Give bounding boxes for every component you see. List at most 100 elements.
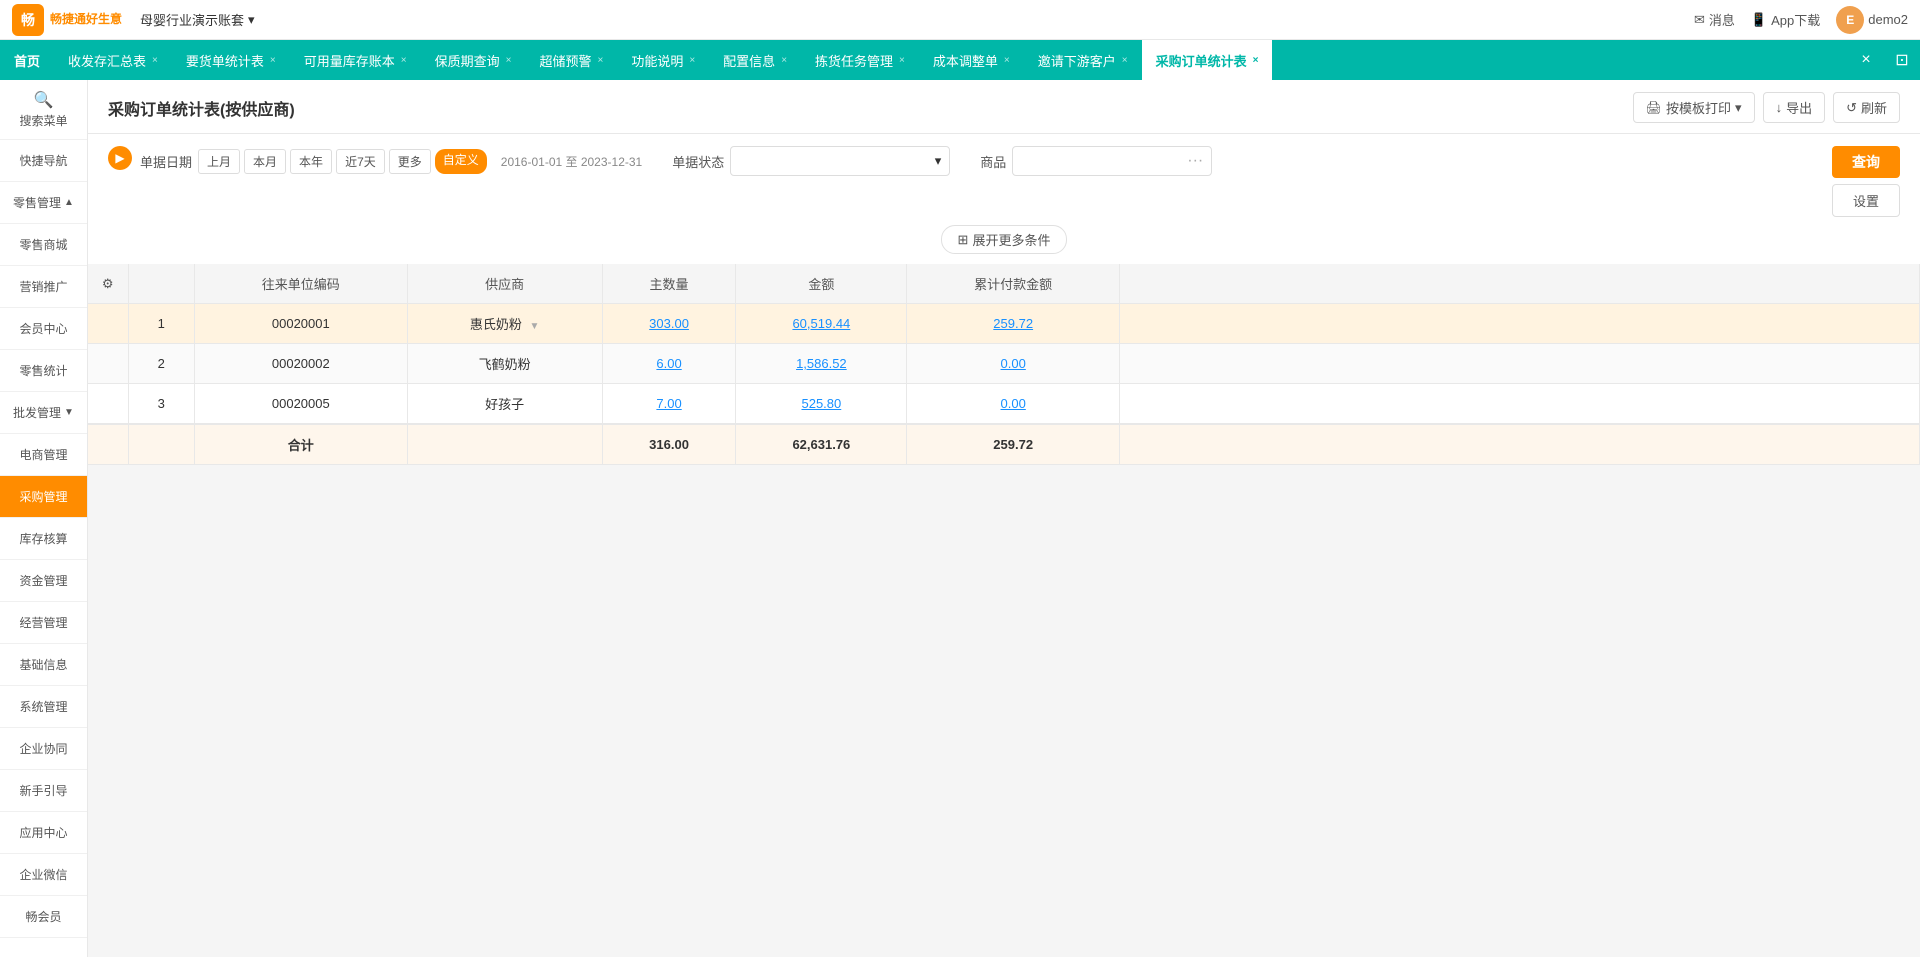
close-tab-available-stock[interactable]: × <box>401 55 407 66</box>
close-all-tabs-button[interactable]: × <box>1848 40 1884 80</box>
this-year-btn[interactable]: 本年 <box>290 149 332 174</box>
refresh-button[interactable]: ↺ 刷新 <box>1833 92 1900 123</box>
settings-button[interactable]: 设置 <box>1832 184 1900 217</box>
sidebar-item-wholesale-manage[interactable]: 批发管理 ▼ <box>0 392 87 434</box>
goods-input[interactable]: ··· <box>1012 146 1212 176</box>
row3-amount[interactable]: 525.80 <box>736 384 907 425</box>
sidebar-item-basic-info[interactable]: 基础信息 <box>0 644 87 686</box>
page-header-actions: 🖨 按模板打印 ▾ ↓ 导出 ↺ 刷新 <box>1633 92 1901 133</box>
restore-tabs-button[interactable]: ⊡ <box>1884 40 1920 80</box>
status-select[interactable]: ▾ <box>730 146 950 176</box>
row3-paid[interactable]: 0.00 <box>907 384 1120 425</box>
sidebar-item-system[interactable]: 系统管理 <box>0 686 87 728</box>
sidebar-item-purchase-manage[interactable]: 采购管理 <box>0 476 87 518</box>
message-action[interactable]: ✉ 消息 <box>1694 10 1735 29</box>
col-settings-header[interactable]: ⚙ <box>88 264 128 304</box>
close-tab-shelf-life[interactable]: × <box>506 55 512 66</box>
expand-supplier-icon[interactable]: ▼ <box>530 321 540 332</box>
nav-tabs: 首页 收发存汇总表 × 要货单统计表 × 可用量库存账本 × 保质期查询 × 超… <box>0 40 1920 80</box>
goods-filter-group: 商品 ··· <box>980 146 1212 176</box>
close-tab-purchase-summary[interactable]: × <box>1253 55 1259 66</box>
sidebar-item-ecommerce[interactable]: 电商管理 <box>0 434 87 476</box>
custom-tag[interactable]: 自定义 <box>435 149 487 174</box>
date-filter-group: 单据日期 上月 本月 本年 近7天 更多 自定义 <box>140 149 487 174</box>
date-filter-buttons: 上月 本月 本年 近7天 更多 自定义 <box>198 149 487 174</box>
table-footer-row: 合计 316.00 62,631.76 259.72 <box>88 424 1920 465</box>
row1-settings <box>88 304 128 344</box>
col-paid-header: 累计付款金额 <box>907 264 1120 304</box>
col-supplier-header: 供应商 <box>407 264 602 304</box>
sidebar-item-retail-mall[interactable]: 零售商城 <box>0 224 87 266</box>
footer-extra <box>1120 424 1920 465</box>
last-month-btn[interactable]: 上月 <box>198 149 240 174</box>
filter-toggle-button[interactable]: ▶ <box>108 146 132 170</box>
tab-shelf-life[interactable]: 保质期查询 × <box>421 40 526 80</box>
last-7days-btn[interactable]: 近7天 <box>336 149 385 174</box>
row1-paid[interactable]: 259.72 <box>907 304 1120 344</box>
more-goods-icon: ··· <box>1187 152 1203 170</box>
tab-purchase-summary[interactable]: 采购订单统计表 × <box>1142 40 1273 80</box>
close-tab-config-info[interactable]: × <box>781 55 787 66</box>
row1-amount[interactable]: 60,519.44 <box>736 304 907 344</box>
page-title: 采购订单统计表(按供应商) <box>108 96 295 130</box>
data-table: ⚙ 往来单位编码 供应商 主数量 金额 <box>88 264 1920 465</box>
sidebar-item-quick-nav[interactable]: 快捷导航 <box>0 140 87 182</box>
row2-settings <box>88 344 128 384</box>
row2-qty[interactable]: 6.00 <box>602 344 736 384</box>
row1-qty[interactable]: 303.00 <box>602 304 736 344</box>
sidebar-item-finance[interactable]: 资金管理 <box>0 560 87 602</box>
print-button[interactable]: 🖨 按模板打印 ▾ <box>1633 92 1755 123</box>
sidebar-item-retail-stats[interactable]: 零售统计 <box>0 350 87 392</box>
sidebar-item-enterprise-collab[interactable]: 企业协同 <box>0 728 87 770</box>
close-tab-invite-downstream[interactable]: × <box>1122 55 1128 66</box>
footer-supplier <box>407 424 602 465</box>
sidebar-item-marketing[interactable]: 营销推广 <box>0 266 87 308</box>
sidebar-item-member[interactable]: 畅会员 <box>0 896 87 938</box>
query-button[interactable]: 查询 <box>1832 146 1900 178</box>
close-tab-picking-task[interactable]: × <box>899 55 905 66</box>
row2-amount[interactable]: 1,586.52 <box>736 344 907 384</box>
date-label: 单据日期 <box>140 152 192 171</box>
tab-order-summary[interactable]: 要货单统计表 × <box>172 40 290 80</box>
tab-config-info[interactable]: 配置信息 × <box>709 40 801 80</box>
print-dropdown-icon: ▾ <box>1735 100 1742 116</box>
footer-paid: 259.72 <box>907 424 1120 465</box>
export-button[interactable]: ↓ 导出 <box>1763 92 1826 123</box>
tab-available-stock[interactable]: 可用量库存账本 × <box>290 40 421 80</box>
tab-invite-downstream[interactable]: 邀请下游客户 × <box>1024 40 1142 80</box>
sidebar-search[interactable]: 🔍 搜索菜单 <box>0 80 87 140</box>
tab-func-desc[interactable]: 功能说明 × <box>617 40 709 80</box>
row3-index: 3 <box>128 384 195 425</box>
close-tab-func-desc[interactable]: × <box>689 55 695 66</box>
tab-picking-task[interactable]: 拣货任务管理 × <box>801 40 919 80</box>
expand-more-button[interactable]: ⊞ 展开更多条件 <box>941 225 1068 254</box>
close-tab-order-summary[interactable]: × <box>270 55 276 66</box>
topbar-right: ✉ 消息 📱 App下载 E demo2 <box>1694 6 1908 34</box>
more-date-btn[interactable]: 更多 <box>389 149 431 174</box>
workspace-selector[interactable]: 母婴行业演示账套 ▾ <box>140 10 255 29</box>
close-tab-receive-summary[interactable]: × <box>152 55 158 66</box>
row2-paid[interactable]: 0.00 <box>907 344 1120 384</box>
row3-qty[interactable]: 7.00 <box>602 384 736 425</box>
sidebar-item-stock-check[interactable]: 库存核算 <box>0 518 87 560</box>
sidebar-item-new-guide[interactable]: 新手引导 <box>0 770 87 812</box>
sidebar-item-retail-manage[interactable]: 零售管理 ▲ <box>0 182 87 224</box>
close-tab-cost-adjust[interactable]: × <box>1004 55 1010 66</box>
tab-cost-adjust[interactable]: 成本调整单 × <box>919 40 1024 80</box>
sidebar-item-member-center[interactable]: 会员中心 <box>0 308 87 350</box>
close-tab-overstock[interactable]: × <box>597 55 603 66</box>
filter-fields: 单据日期 上月 本月 本年 近7天 更多 自定义 2016-01-01 至 20… <box>140 146 1832 176</box>
tab-home[interactable]: 首页 <box>0 40 54 80</box>
user-profile[interactable]: E demo2 <box>1836 6 1908 34</box>
app-download-action[interactable]: 📱 App下载 <box>1751 10 1820 29</box>
tab-receive-summary[interactable]: 收发存汇总表 × <box>54 40 172 80</box>
logo-text: 畅捷通好生意 <box>50 12 122 26</box>
row3-settings <box>88 384 128 425</box>
sidebar-item-enterprise-wechat[interactable]: 企业微信 <box>0 854 87 896</box>
sidebar-item-operation[interactable]: 经营管理 <box>0 602 87 644</box>
col-amount-header: 金额 <box>736 264 907 304</box>
sidebar-item-app-center[interactable]: 应用中心 <box>0 812 87 854</box>
chevron-icon: ▲ <box>64 197 74 208</box>
this-month-btn[interactable]: 本月 <box>244 149 286 174</box>
tab-overstock[interactable]: 超储预警 × <box>525 40 617 80</box>
